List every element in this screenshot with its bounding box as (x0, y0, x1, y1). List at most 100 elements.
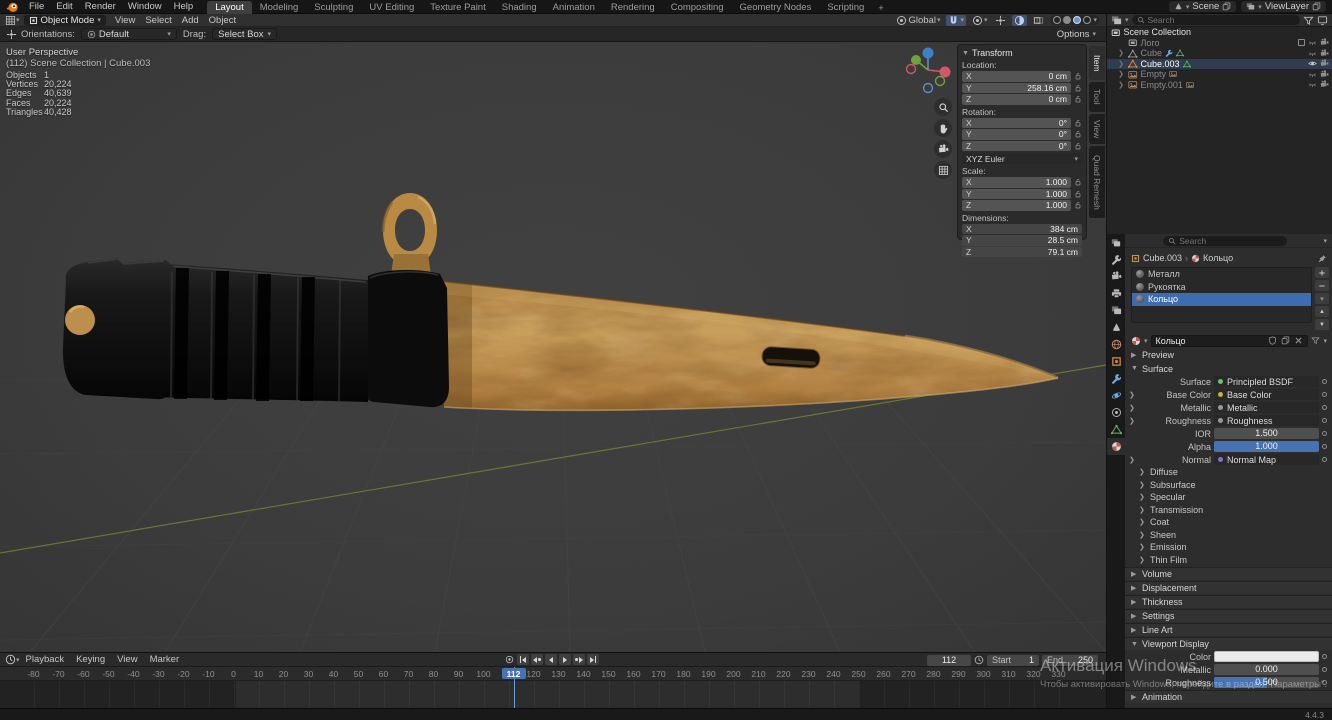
value-field[interactable]: Base Color (1214, 389, 1319, 400)
field-x[interactable]: X 1.000 (962, 177, 1071, 188)
pin-icon[interactable] (1318, 254, 1327, 263)
lock-icon[interactable] (1074, 178, 1082, 186)
move-slot-up-button[interactable]: ▲ (1315, 306, 1329, 317)
unlink-icon[interactable] (1294, 336, 1303, 345)
play-button[interactable] (559, 654, 571, 665)
material-browse-icon[interactable] (1131, 336, 1141, 346)
expand-icon[interactable]: ❯ (1129, 456, 1136, 464)
scene-selector[interactable]: ▾ Scene (1168, 1, 1237, 12)
visibility-eye-closed-icon[interactable] (1308, 80, 1317, 89)
field-y[interactable]: Y 0° (962, 129, 1071, 140)
subpanel-emission[interactable]: ❯ Emission (1125, 541, 1332, 554)
viewport-3d[interactable]: User Perspective (112) Scene Collection … (0, 42, 1106, 652)
render-visibility-icon[interactable] (1320, 70, 1329, 79)
subpanel-diffuse[interactable]: ❯ Diffuse (1125, 466, 1332, 479)
properties-tab-physics[interactable] (1107, 387, 1125, 404)
field-x[interactable]: X 384 cm (962, 223, 1082, 234)
outliner-item-empty[interactable]: ❯ Empty (1107, 69, 1332, 80)
properties-search-input[interactable] (1179, 235, 1283, 246)
mode-selector[interactable]: Object Mode ▾ (23, 14, 106, 26)
decorator-icon[interactable] (1322, 667, 1327, 672)
decorator-icon[interactable] (1322, 405, 1327, 410)
editor-type-icon[interactable] (5, 15, 16, 26)
play-reverse-button[interactable] (545, 654, 557, 665)
panel-settings[interactable]: ▶ Settings (1125, 609, 1332, 622)
duplicate-icon[interactable] (1281, 336, 1290, 345)
expand-icon[interactable]: ❯ (1129, 417, 1136, 425)
jump-to-end-button[interactable] (587, 654, 599, 665)
menu-render[interactable]: Render (79, 0, 122, 13)
decorator-icon[interactable] (1322, 431, 1327, 436)
viewlayer-selector[interactable]: ▾ ViewLayer (1241, 1, 1326, 12)
panel-volume[interactable]: ▶ Volume (1125, 567, 1332, 580)
new-collection-icon[interactable] (1317, 15, 1328, 26)
workspace-tab-sculpting[interactable]: Sculpting (306, 1, 361, 14)
properties-tab-constraints[interactable] (1107, 404, 1125, 421)
workspace-tab-scripting[interactable]: Scripting (819, 1, 872, 14)
timeline-track[interactable] (0, 681, 1106, 709)
decorator-icon[interactable] (1322, 418, 1327, 423)
value-slider[interactable]: 0.000 (1214, 664, 1319, 675)
lock-icon[interactable] (1074, 95, 1082, 103)
value-slider[interactable]: 1.000 (1214, 441, 1319, 452)
lock-icon[interactable] (1074, 84, 1082, 92)
xray-toggle[interactable] (1031, 15, 1046, 26)
transform-orientation-button[interactable]: Global ▾ (894, 15, 942, 26)
axis-z-positive[interactable] (922, 47, 934, 59)
panel-surface[interactable]: ▼ Surface (1125, 362, 1332, 375)
subpanel-sheen[interactable]: ❯ Sheen (1125, 529, 1332, 542)
properties-tab-view-layer[interactable] (1107, 302, 1125, 319)
sidebar-tab-tool[interactable]: Tool (1089, 82, 1105, 112)
subpanel-specular[interactable]: ❯ Specular (1125, 491, 1332, 504)
value-field[interactable]: Metallic (1214, 402, 1319, 413)
value-slider[interactable]: 0.500 (1214, 677, 1319, 688)
subpanel-transmission[interactable]: ❯ Transmission (1125, 504, 1332, 517)
render-visibility-icon[interactable] (1320, 59, 1329, 68)
remove-slot-button[interactable] (1315, 280, 1329, 291)
sidebar-tab-view[interactable]: View (1089, 114, 1105, 144)
field-z[interactable]: Z 0° (962, 140, 1071, 151)
lock-icon[interactable] (1074, 201, 1082, 209)
field-y[interactable]: Y 1.000 (962, 188, 1071, 199)
lock-icon[interactable] (1074, 130, 1082, 138)
properties-tab-object-data[interactable] (1107, 421, 1125, 438)
menu-edit[interactable]: Edit (50, 0, 78, 13)
fake-user-icon[interactable] (1268, 336, 1277, 345)
value-slider[interactable]: 1.500 (1214, 428, 1319, 439)
properties-tab-world[interactable] (1107, 336, 1125, 353)
gizmos-toggle[interactable] (993, 15, 1008, 26)
expand-icon[interactable]: ❯ (1117, 60, 1125, 68)
workspace-tab-modeling[interactable]: Modeling (252, 1, 307, 14)
lock-icon[interactable] (1074, 72, 1082, 80)
properties-tab-render[interactable] (1107, 268, 1125, 285)
blender-logo-icon[interactable] (5, 1, 20, 13)
navigation-gizmo[interactable] (902, 44, 954, 96)
expand-icon[interactable]: ❯ (1117, 81, 1125, 89)
lock-icon[interactable] (1074, 119, 1082, 127)
previous-keyframe-button[interactable] (531, 654, 543, 665)
exclude-checkbox[interactable] (1298, 39, 1305, 47)
next-keyframe-button[interactable] (573, 654, 585, 665)
outliner-row-root[interactable]: Scene Collection (1107, 27, 1332, 38)
decorator-icon[interactable] (1322, 680, 1327, 685)
properties-editor-type-button[interactable] (1107, 234, 1125, 251)
decorator-icon[interactable] (1322, 654, 1327, 659)
timeline-menu-keying[interactable]: Keying (70, 653, 111, 666)
panel-viewport-display[interactable]: ▼ Viewport Display (1125, 637, 1332, 650)
shading-solid-button[interactable] (1063, 16, 1072, 24)
timeline-menu-playback[interactable]: Playback (20, 653, 71, 666)
panel-preview[interactable]: ▶ Preview (1125, 348, 1332, 361)
shading-material-preview-button[interactable] (1073, 16, 1082, 24)
axis-y-negative[interactable] (934, 75, 946, 87)
expand-icon[interactable]: ❯ (1117, 49, 1125, 57)
value-field[interactable]: Normal Map (1214, 454, 1319, 465)
properties-tab-scene[interactable] (1107, 319, 1125, 336)
visibility-eye-icon[interactable] (1308, 59, 1317, 68)
active-tool-icon[interactable] (6, 29, 17, 40)
viewport-menu-select[interactable]: Select (140, 14, 176, 27)
workspace-tab-shading[interactable]: Shading (494, 1, 545, 14)
snap-toggle[interactable]: ▾ (946, 14, 966, 26)
workspace-tab-rendering[interactable]: Rendering (603, 1, 663, 14)
lock-icon[interactable] (1074, 142, 1082, 150)
rotation-mode-dropdown[interactable]: XYZ Euler ▾ (962, 153, 1082, 164)
